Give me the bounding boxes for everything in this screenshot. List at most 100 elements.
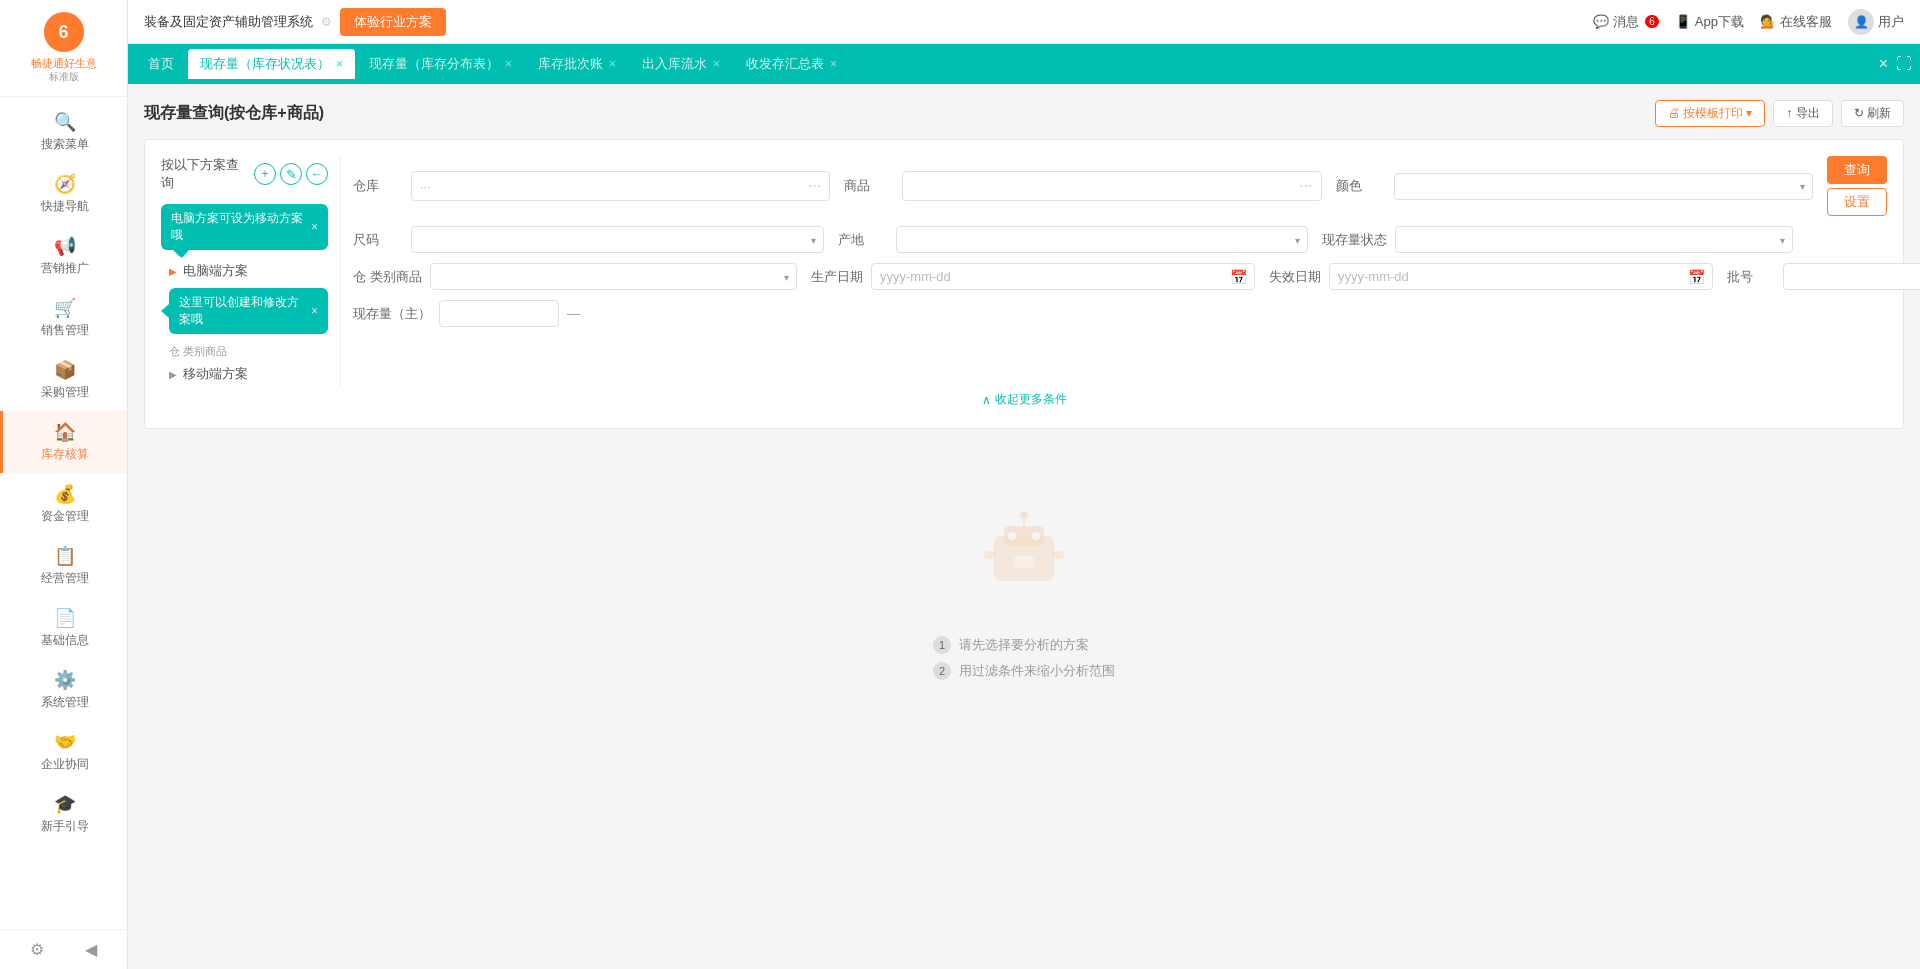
empty-state: 1 请先选择要分析的方案 2 用过滤条件来缩小分析范围 (144, 441, 1904, 744)
origin-select[interactable] (896, 226, 1309, 253)
batch-no-input[interactable] (1783, 263, 1920, 290)
template-print-button[interactable]: 🖨 按模板打印 ▾ (1655, 100, 1766, 127)
messages-icon: 💬 (1593, 14, 1609, 29)
tab-close-icon[interactable]: × (713, 57, 720, 71)
tab-close-all-icon[interactable]: × (1879, 55, 1888, 73)
filter-label: 按以下方案查询 (161, 156, 246, 192)
sidebar-item-purchase[interactable]: 📦 采购管理 (0, 349, 127, 411)
settings-gear-icon[interactable]: ⚙ (321, 15, 332, 29)
batch-no-label: 批号 (1727, 268, 1777, 286)
production-date-input[interactable] (871, 263, 1255, 290)
sidebar: 6 畅捷通好生意 标准版 🔍 搜索菜单 🧭 快捷导航 📢 营销推广 🛒 销售管理… (0, 0, 128, 969)
operations-icon: 📋 (54, 545, 76, 567)
scheme-item-mobile[interactable]: ▶ 移动端方案 (161, 361, 328, 387)
support-button[interactable]: 💁 在线客服 (1760, 13, 1832, 31)
tab-close-icon[interactable]: × (609, 57, 616, 71)
avatar: 👤 (1848, 9, 1874, 35)
search-button[interactable]: 查询 (1827, 156, 1887, 184)
goods-dots-icon[interactable]: ··· (1299, 177, 1312, 195)
inventory-qty-label: 现存量（主） (353, 305, 431, 323)
sidebar-logo: 6 畅捷通好生意 标准版 (0, 0, 127, 97)
tab-fullscreen-icon[interactable]: ⛶ (1896, 55, 1912, 73)
sidebar-item-marketing[interactable]: 📢 营销推广 (0, 225, 127, 287)
tab-inout-flow[interactable]: 出入库流水 × (630, 49, 732, 79)
inventory-qty-min-input[interactable] (439, 300, 559, 327)
chevron-down-icon: ▾ (1746, 106, 1752, 120)
filter-inventory-status: 现存量状态 ▾ (1322, 226, 1793, 253)
filter-category: 仓 类别商品 ▾ (353, 263, 797, 290)
edit-scheme-button[interactable]: ✎ (280, 163, 302, 185)
tab-batch-ledger[interactable]: 库存批次账 × (526, 49, 628, 79)
sidebar-item-inventory[interactable]: 🏠 库存核算 (0, 411, 127, 473)
empty-tip-1: 1 请先选择要分析的方案 (933, 632, 1115, 658)
system-title: 装备及固定资产辅助管理系统 (144, 13, 313, 31)
sidebar-item-guide[interactable]: 🧭 快捷导航 (0, 163, 127, 225)
add-scheme-button[interactable]: + (254, 163, 276, 185)
sidebar-item-label: 新手引导 (41, 818, 89, 835)
tooltip2-close-button[interactable]: × (311, 304, 318, 318)
industry-btn[interactable]: 体验行业方案 (340, 8, 446, 36)
calendar-icon[interactable]: 📅 (1230, 269, 1247, 285)
empty-tips: 1 请先选择要分析的方案 2 用过滤条件来缩小分析范围 (933, 632, 1115, 684)
size-select[interactable] (411, 226, 824, 253)
tab-inventory-status[interactable]: 现存量（库存状况表） × (188, 49, 355, 79)
back-scheme-button[interactable]: ← (306, 163, 328, 185)
sidebar-item-finance[interactable]: 💰 资金管理 (0, 473, 127, 535)
tab-close-icon[interactable]: × (830, 57, 837, 71)
tooltip-pc-scheme: 电脑方案可设为移动方案哦 × (161, 204, 328, 250)
inventory-status-label: 现存量状态 (1322, 231, 1387, 249)
export-button[interactable]: ↑ 导出 (1773, 100, 1832, 127)
page-title-bar: 现存量查询(按仓库+商品) 🖨 按模板打印 ▾ ↑ 导出 ↻ 刷新 (144, 100, 1904, 127)
warehouse-label: 仓库 (353, 177, 403, 195)
scheme-buttons: + ✎ ← (254, 163, 328, 185)
messages-badge: 6 (1645, 15, 1659, 28)
color-select[interactable] (1394, 173, 1813, 200)
sidebar-item-search[interactable]: 🔍 搜索菜单 (0, 101, 127, 163)
tab-receive-summary[interactable]: 收发存汇总表 × (734, 49, 849, 79)
tab-home[interactable]: 首页 (136, 49, 186, 79)
app-download-button[interactable]: 📱 App下载 (1675, 13, 1744, 31)
messages-button[interactable]: 💬 消息 6 (1593, 13, 1659, 31)
sidebar-item-label: 基础信息 (41, 632, 89, 649)
svg-rect-6 (1052, 551, 1064, 559)
range-dash: — (567, 306, 580, 321)
page-title: 现存量查询(按仓库+商品) (144, 103, 324, 124)
sidebar-item-operations[interactable]: 📋 经营管理 (0, 535, 127, 597)
svg-rect-4 (1014, 556, 1034, 568)
sidebar-item-label: 搜索菜单 (41, 136, 89, 153)
tip-number: 1 (933, 636, 951, 654)
color-label: 颜色 (1336, 177, 1386, 195)
tooltip1-close-button[interactable]: × (311, 220, 318, 234)
inventory-status-select[interactable] (1395, 226, 1793, 253)
tab-inventory-dist[interactable]: 现存量（库存分布表） × (357, 49, 524, 79)
user-button[interactable]: 👤 用户 (1848, 9, 1904, 35)
expiry-date-input[interactable] (1329, 263, 1713, 290)
sidebar-item-label: 采购管理 (41, 384, 89, 401)
sidebar-item-sales[interactable]: 🛒 销售管理 (0, 287, 127, 349)
category-select[interactable] (430, 263, 797, 290)
export-icon: ↑ (1786, 106, 1792, 120)
settings-button[interactable]: ⚙ (30, 940, 44, 959)
tab-close-icon[interactable]: × (505, 57, 512, 71)
production-date-label: 生产日期 (811, 268, 863, 286)
goods-label: 商品 (844, 177, 894, 195)
refresh-button[interactable]: ↻ 刷新 (1841, 100, 1904, 127)
refresh-icon: ↻ (1854, 106, 1864, 120)
filter-production-date: 生产日期 📅 (811, 263, 1255, 290)
reset-button[interactable]: 设置 (1827, 188, 1887, 216)
tab-close-icon[interactable]: × (336, 57, 343, 71)
collapse-button[interactable]: ◀ (85, 940, 97, 959)
warehouse-dots-icon[interactable]: ··· (808, 177, 821, 195)
calendar-icon[interactable]: 📅 (1688, 269, 1705, 285)
sidebar-item-base[interactable]: 📄 基础信息 (0, 597, 127, 659)
sidebar-item-newbie[interactable]: 🎓 新手引导 (0, 783, 127, 845)
warehouse-placeholder: ··· (420, 179, 804, 194)
category-label: 仓 类别商品 (353, 268, 422, 286)
sidebar-item-system[interactable]: ⚙️ 系统管理 (0, 659, 127, 721)
chevron-up-icon: ∧ (982, 393, 991, 407)
guide-icon: 🧭 (54, 173, 76, 195)
scheme-item-pc[interactable]: ▶ 电脑端方案 (161, 258, 328, 284)
inventory-icon: 🏠 (54, 421, 76, 443)
sidebar-item-enterprise[interactable]: 🤝 企业协同 (0, 721, 127, 783)
collapse-button[interactable]: ∧ 收起更多条件 (161, 387, 1887, 412)
